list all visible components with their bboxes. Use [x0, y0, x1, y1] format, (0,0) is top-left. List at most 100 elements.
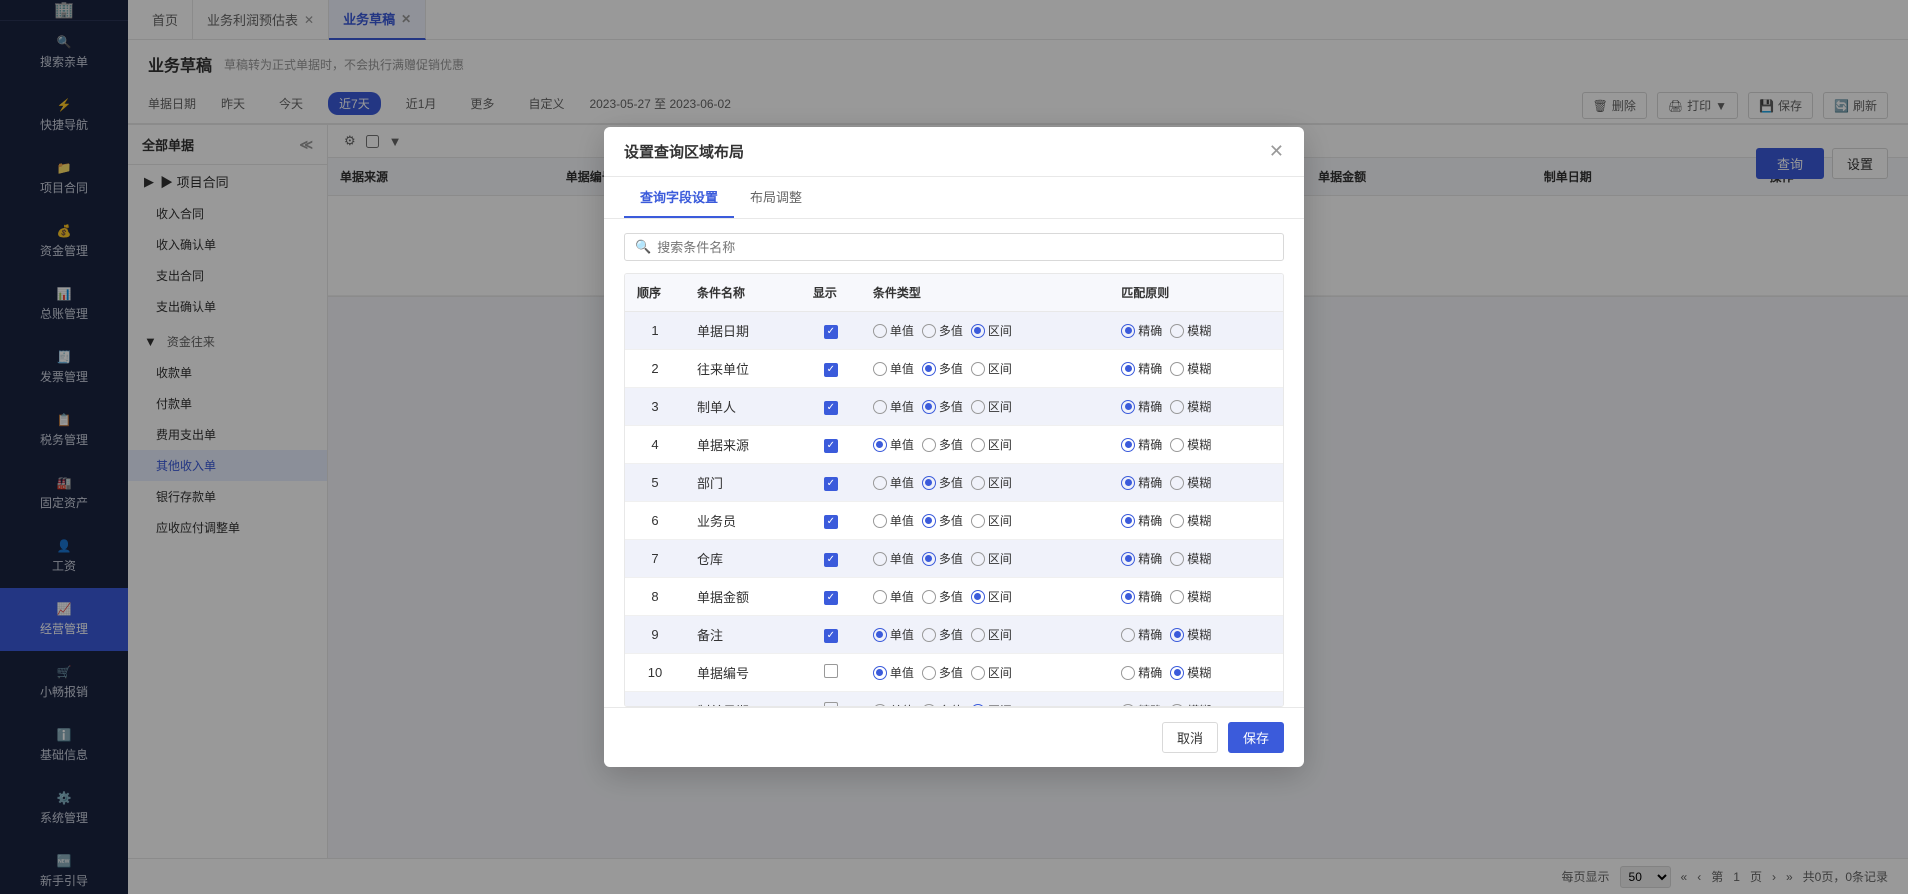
radio-type-multi[interactable]: 多值 [922, 588, 963, 605]
radio-match-circle-exact [1121, 514, 1135, 528]
radio-type-range[interactable]: 区间 [971, 512, 1012, 529]
radio-match-exact[interactable]: 精确 [1121, 474, 1162, 491]
radio-circle-multi [922, 552, 936, 566]
radio-circle-range [971, 514, 985, 528]
modal-tab-query-fields[interactable]: 查询字段设置 [624, 177, 734, 218]
radio-type-single[interactable]: 单值 [873, 474, 914, 491]
radio-match-exact[interactable]: 精确 [1121, 512, 1162, 529]
td-display [801, 616, 861, 654]
radio-type-multi[interactable]: 多值 [922, 436, 963, 453]
display-checkbox[interactable] [824, 629, 838, 643]
td-condition-type: 单值多值区间 [861, 426, 1109, 464]
radio-match-exact[interactable]: 精确 [1121, 626, 1162, 643]
display-checkbox[interactable] [824, 664, 838, 678]
td-display [801, 464, 861, 502]
radio-type-range[interactable]: 区间 [971, 398, 1012, 415]
radio-circle-multi [922, 628, 936, 642]
radio-match-fuzzy[interactable]: 模糊 [1170, 436, 1211, 453]
display-checkbox[interactable] [824, 553, 838, 567]
td-match-rule: 精确模糊 [1109, 692, 1283, 708]
modal-search-input[interactable] [657, 240, 1273, 255]
modal-overlay: 设置查询区域布局 ✕ 查询字段设置 布局调整 🔍 顺序 条件名称 [0, 0, 1908, 894]
td-name: 单据金额 [685, 578, 801, 616]
modal-save-button[interactable]: 保存 [1228, 722, 1284, 753]
td-order: 11 [625, 692, 685, 708]
radio-type-range[interactable]: 区间 [971, 322, 1012, 339]
th-display: 显示 [801, 274, 861, 312]
td-condition-type: 单值多值区间 [861, 692, 1109, 708]
radio-circle-range [971, 324, 985, 338]
radio-match-fuzzy[interactable]: 模糊 [1170, 588, 1211, 605]
modal-body: 🔍 顺序 条件名称 显示 条件类型 匹配原则 [604, 219, 1304, 707]
radio-match-fuzzy[interactable]: 模糊 [1170, 322, 1211, 339]
td-match-rule: 精确模糊 [1109, 540, 1283, 578]
radio-type-single[interactable]: 单值 [873, 398, 914, 415]
th-name: 条件名称 [685, 274, 801, 312]
radio-match-fuzzy[interactable]: 模糊 [1170, 360, 1211, 377]
td-order: 4 [625, 426, 685, 464]
radio-type-multi[interactable]: 多值 [922, 398, 963, 415]
radio-match-circle-exact [1121, 590, 1135, 604]
display-checkbox[interactable] [824, 363, 838, 377]
td-name: 业务员 [685, 502, 801, 540]
modal-cancel-button[interactable]: 取消 [1162, 722, 1218, 753]
modal-close-button[interactable]: ✕ [1269, 141, 1284, 162]
td-order: 2 [625, 350, 685, 388]
radio-type-multi[interactable]: 多值 [922, 360, 963, 377]
radio-type-range[interactable]: 区间 [971, 588, 1012, 605]
radio-match-exact[interactable]: 精确 [1121, 588, 1162, 605]
modal-tab-layout[interactable]: 布局调整 [734, 177, 818, 218]
radio-circle-single [873, 324, 887, 338]
radio-type-single[interactable]: 单值 [873, 436, 914, 453]
radio-type-single[interactable]: 单值 [873, 512, 914, 529]
radio-type-single[interactable]: 单值 [873, 626, 914, 643]
display-checkbox[interactable] [824, 439, 838, 453]
radio-match-fuzzy[interactable]: 模糊 [1170, 626, 1211, 643]
th-match-rule: 匹配原则 [1109, 274, 1283, 312]
radio-circle-single [873, 400, 887, 414]
radio-type-range[interactable]: 区间 [971, 474, 1012, 491]
radio-circle-single [873, 362, 887, 376]
radio-type-multi[interactable]: 多值 [922, 664, 963, 681]
td-name: 仓库 [685, 540, 801, 578]
radio-match-fuzzy[interactable]: 模糊 [1170, 664, 1211, 681]
radio-match-exact[interactable]: 精确 [1121, 360, 1162, 377]
display-checkbox[interactable] [824, 477, 838, 491]
display-checkbox[interactable] [824, 401, 838, 415]
radio-match-exact[interactable]: 精确 [1121, 550, 1162, 567]
radio-type-range[interactable]: 区间 [971, 436, 1012, 453]
radio-circle-single [873, 628, 887, 642]
radio-type-multi[interactable]: 多值 [922, 626, 963, 643]
radio-type-range[interactable]: 区间 [971, 664, 1012, 681]
settings-modal: 设置查询区域布局 ✕ 查询字段设置 布局调整 🔍 顺序 条件名称 [604, 127, 1304, 767]
radio-circle-range [971, 362, 985, 376]
td-match-rule: 精确模糊 [1109, 312, 1283, 350]
td-condition-type: 单值多值区间 [861, 540, 1109, 578]
display-checkbox[interactable] [824, 515, 838, 529]
radio-match-circle-exact [1121, 438, 1135, 452]
radio-type-range[interactable]: 区间 [971, 550, 1012, 567]
radio-type-multi[interactable]: 多值 [922, 474, 963, 491]
radio-type-multi[interactable]: 多值 [922, 322, 963, 339]
radio-type-single[interactable]: 单值 [873, 550, 914, 567]
radio-match-fuzzy[interactable]: 模糊 [1170, 474, 1211, 491]
td-match-rule: 精确模糊 [1109, 616, 1283, 654]
radio-type-single[interactable]: 单值 [873, 360, 914, 377]
radio-match-fuzzy[interactable]: 模糊 [1170, 512, 1211, 529]
radio-match-exact[interactable]: 精确 [1121, 398, 1162, 415]
radio-type-range[interactable]: 区间 [971, 626, 1012, 643]
radio-type-multi[interactable]: 多值 [922, 512, 963, 529]
radio-match-fuzzy[interactable]: 模糊 [1170, 398, 1211, 415]
radio-type-single[interactable]: 单值 [873, 664, 914, 681]
radio-match-fuzzy[interactable]: 模糊 [1170, 550, 1211, 567]
radio-type-multi[interactable]: 多值 [922, 550, 963, 567]
td-order: 9 [625, 616, 685, 654]
radio-type-single[interactable]: 单值 [873, 322, 914, 339]
radio-type-range[interactable]: 区间 [971, 360, 1012, 377]
radio-match-exact[interactable]: 精确 [1121, 436, 1162, 453]
radio-match-exact[interactable]: 精确 [1121, 322, 1162, 339]
radio-type-single[interactable]: 单值 [873, 588, 914, 605]
radio-match-exact[interactable]: 精确 [1121, 664, 1162, 681]
display-checkbox[interactable] [824, 591, 838, 605]
display-checkbox[interactable] [824, 325, 838, 339]
